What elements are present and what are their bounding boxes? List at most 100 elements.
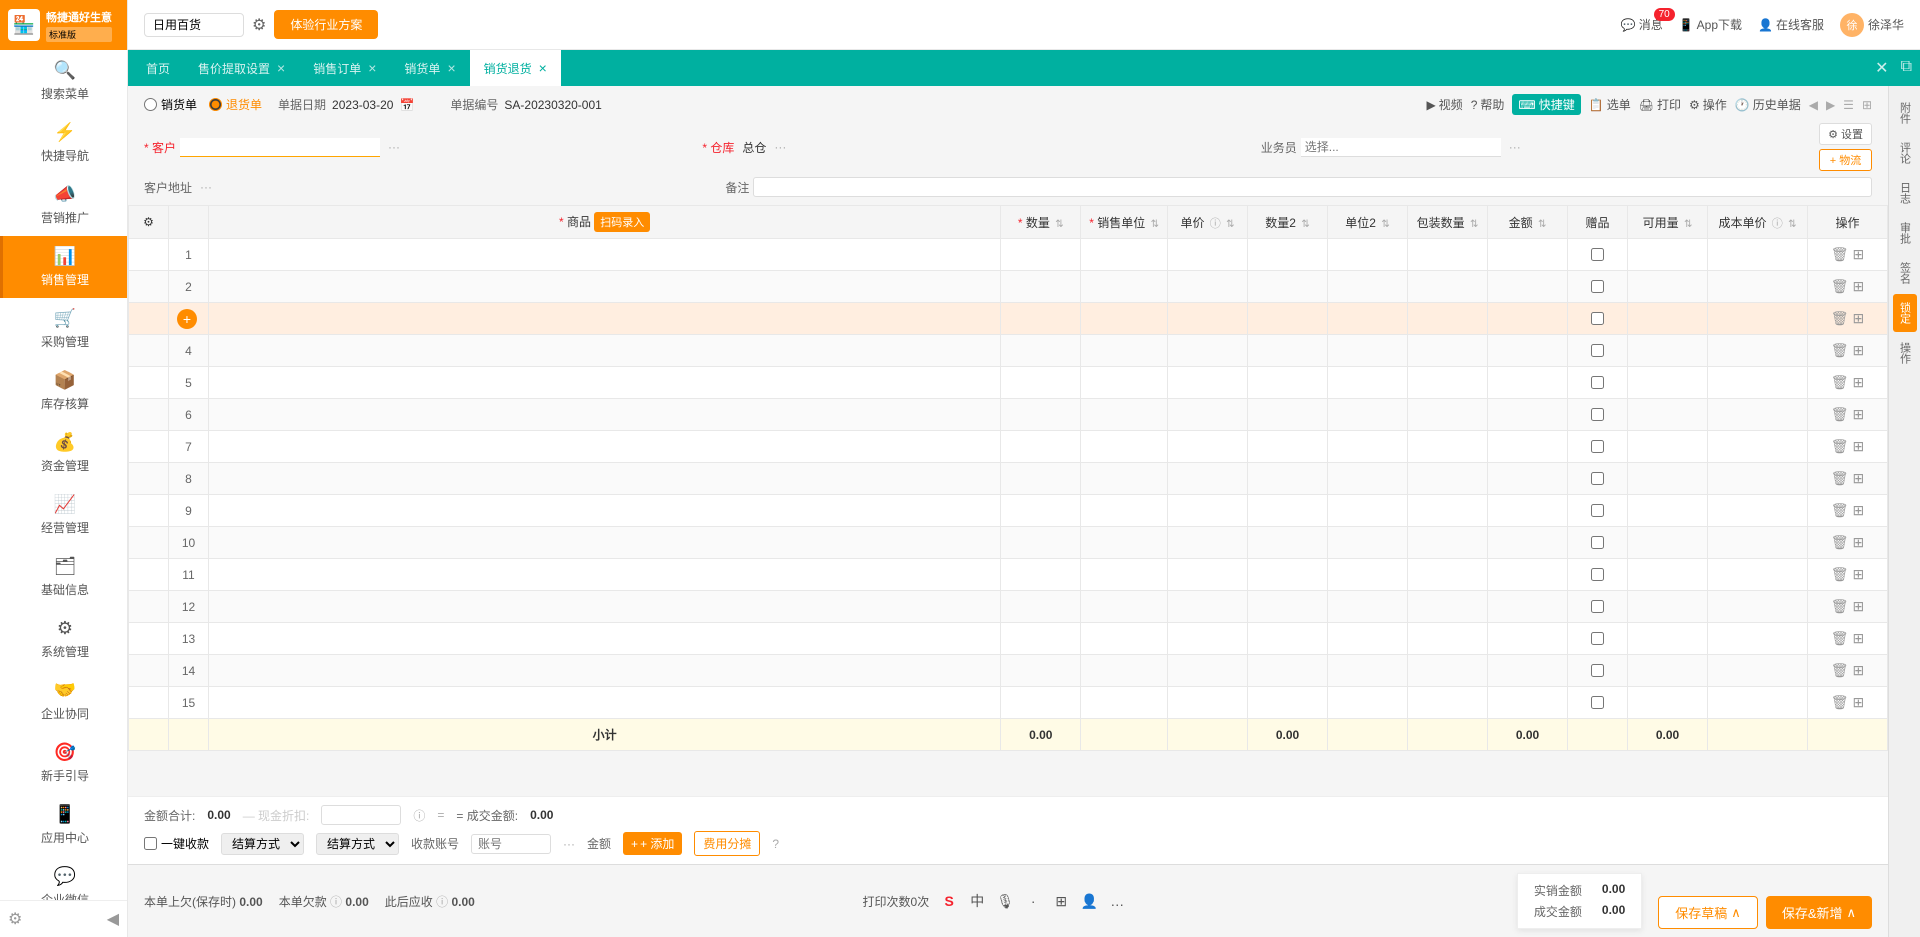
unit2-sort-icon[interactable]: ⇅ <box>1381 219 1389 230</box>
save-draft-btn[interactable]: 保存草稿 ∧ <box>1658 896 1758 929</box>
restore-tab-icon[interactable]: ⧉ <box>1897 56 1916 80</box>
gift-check-1[interactable] <box>1591 248 1604 261</box>
add-fee-btn[interactable]: + + 添加 <box>623 832 682 855</box>
sidebar-item-inventory[interactable]: 📦库存核算 <box>0 360 127 422</box>
delete-row-4[interactable]: 🗑 <box>1829 340 1851 361</box>
gift-check-5[interactable] <box>1591 376 1604 389</box>
s-icon[interactable]: S <box>937 889 961 913</box>
cost-info-icon[interactable]: ⓘ <box>1772 218 1783 230</box>
zhong-icon[interactable]: 中 <box>965 889 989 913</box>
product-input-1[interactable] <box>217 247 992 262</box>
note-input[interactable] <box>753 177 1872 197</box>
sidebar-item-wechat[interactable]: 💬企业微信 <box>0 856 127 900</box>
product-input-3[interactable] <box>217 311 992 326</box>
sidebar-item-appstore[interactable]: 📱应用中心 <box>0 794 127 856</box>
copy-row-3[interactable]: ⊞ <box>1851 308 1867 329</box>
user-menu[interactable]: 徐 徐泽华 <box>1840 13 1904 37</box>
one-key-collect-checkbox[interactable]: 一键收款 <box>144 835 209 852</box>
unit-input-11[interactable] <box>1089 567 1159 582</box>
product-input-10[interactable] <box>217 535 992 550</box>
mic-icon[interactable]: 🎙 <box>993 889 1017 913</box>
salesperson-input[interactable] <box>1301 138 1501 157</box>
avail-sort-icon[interactable]: ⇅ <box>1684 219 1692 230</box>
cost-sort-icon[interactable]: ⇅ <box>1788 219 1796 230</box>
radio-return[interactable]: 退货单 <box>209 96 262 113</box>
unit-input-8[interactable] <box>1089 471 1159 486</box>
product-input-12[interactable] <box>217 599 992 614</box>
unit-input-2[interactable] <box>1089 279 1159 294</box>
qty-input-2[interactable] <box>1009 279 1072 294</box>
unit-input-14[interactable] <box>1089 663 1159 678</box>
topbar-gear-icon[interactable]: ⚙ <box>252 15 266 35</box>
customer-input[interactable] <box>180 138 380 157</box>
industry-select[interactable]: 日用百货 <box>144 13 244 37</box>
bottom-debt-info-icon[interactable]: ⓘ <box>330 895 342 909</box>
qty-sort-icon[interactable]: ⇅ <box>1055 219 1063 230</box>
tab-sales-delivery-close[interactable]: × <box>447 60 455 76</box>
calendar-icon[interactable]: 📅 <box>399 98 414 112</box>
qty-input-12[interactable] <box>1009 599 1072 614</box>
price-info-icon[interactable]: ⓘ <box>1210 218 1221 230</box>
qty-input-8[interactable] <box>1009 471 1072 486</box>
settings-icon[interactable]: ⚙ <box>8 909 22 929</box>
tab-sales-return-close[interactable]: × <box>539 60 547 76</box>
tab-price-setting-close[interactable]: × <box>277 60 285 76</box>
right-tab-log[interactable]: 日志 <box>1893 174 1917 212</box>
tab-sales-delivery[interactable]: 销货单 × <box>390 50 469 86</box>
row-add-btn-3[interactable]: + <box>169 303 209 335</box>
unit-input-12[interactable] <box>1089 599 1159 614</box>
delete-row-2[interactable]: 🗑 <box>1829 276 1851 297</box>
fee-split-btn[interactable]: 费用分摊 <box>694 831 760 856</box>
dot-icon[interactable]: · <box>1021 889 1045 913</box>
gift-check-14[interactable] <box>1591 664 1604 677</box>
toolbar-video[interactable]: ▶ 视频 <box>1426 96 1462 113</box>
calc-method-select[interactable]: 结算方式 <box>316 833 399 855</box>
copy-row-10[interactable]: ⊞ <box>1851 532 1867 553</box>
unit-input-3[interactable] <box>1089 311 1159 326</box>
gift-check-10[interactable] <box>1591 536 1604 549</box>
copy-row-13[interactable]: ⊞ <box>1851 628 1867 649</box>
qty-input-15[interactable] <box>1009 695 1072 710</box>
delete-row-8[interactable]: 🗑 <box>1829 468 1851 489</box>
app-download-button[interactable]: 📱 App下载 <box>1679 16 1742 33</box>
sidebar-item-basic[interactable]: 🗂基础信息 <box>0 546 127 608</box>
delete-row-5[interactable]: 🗑 <box>1829 372 1851 393</box>
product-input-5[interactable] <box>217 375 992 390</box>
save-new-btn[interactable]: 保存&新增 ∧ <box>1766 896 1872 929</box>
unit-input-7[interactable] <box>1089 439 1159 454</box>
gift-check-8[interactable] <box>1591 472 1604 485</box>
copy-row-7[interactable]: ⊞ <box>1851 436 1867 457</box>
toolbar-shortcut[interactable]: ⌨ 快捷键 <box>1512 94 1580 115</box>
account-input[interactable] <box>471 834 551 854</box>
qty-input-10[interactable] <box>1009 535 1072 550</box>
product-input-8[interactable] <box>217 471 992 486</box>
gift-check-2[interactable] <box>1591 280 1604 293</box>
gift-check-11[interactable] <box>1591 568 1604 581</box>
right-tab-attachment[interactable]: 附件 <box>1893 94 1917 132</box>
customer-dots[interactable]: ··· <box>388 140 400 154</box>
delete-row-12[interactable]: 🗑 <box>1829 596 1851 617</box>
qty-input-7[interactable] <box>1009 439 1072 454</box>
cash-discount-input[interactable] <box>321 805 401 825</box>
product-input-14[interactable] <box>217 663 992 678</box>
radio-sales[interactable]: 销货单 <box>144 96 197 113</box>
unit-input-4[interactable] <box>1089 343 1159 358</box>
copy-row-11[interactable]: ⊞ <box>1851 564 1867 585</box>
person-icon[interactable]: 👤 <box>1077 889 1101 913</box>
radio-return-input[interactable] <box>209 98 222 111</box>
delete-row-15[interactable]: 🗑 <box>1829 692 1851 713</box>
bottom-receivable-info-icon[interactable]: ⓘ <box>436 895 448 909</box>
unit-input-1[interactable] <box>1089 247 1159 262</box>
qty-input-1[interactable] <box>1009 247 1072 262</box>
delete-row-9[interactable]: 🗑 <box>1829 500 1851 521</box>
gift-check-9[interactable] <box>1591 504 1604 517</box>
gift-check-3[interactable] <box>1591 312 1604 325</box>
toolbar-help[interactable]: ? 帮助 <box>1471 96 1505 113</box>
sidebar-item-enterprise[interactable]: 🤝企业协同 <box>0 670 127 732</box>
toolbar-print[interactable]: 🖨 打印 <box>1639 96 1681 113</box>
right-tab-operate[interactable]: 操作 <box>1893 334 1917 372</box>
settings-action-btn[interactable]: ⚙ 设置 <box>1819 123 1872 145</box>
radio-sales-input[interactable] <box>144 98 157 111</box>
product-input-4[interactable] <box>217 343 992 358</box>
qty-input-13[interactable] <box>1009 631 1072 646</box>
